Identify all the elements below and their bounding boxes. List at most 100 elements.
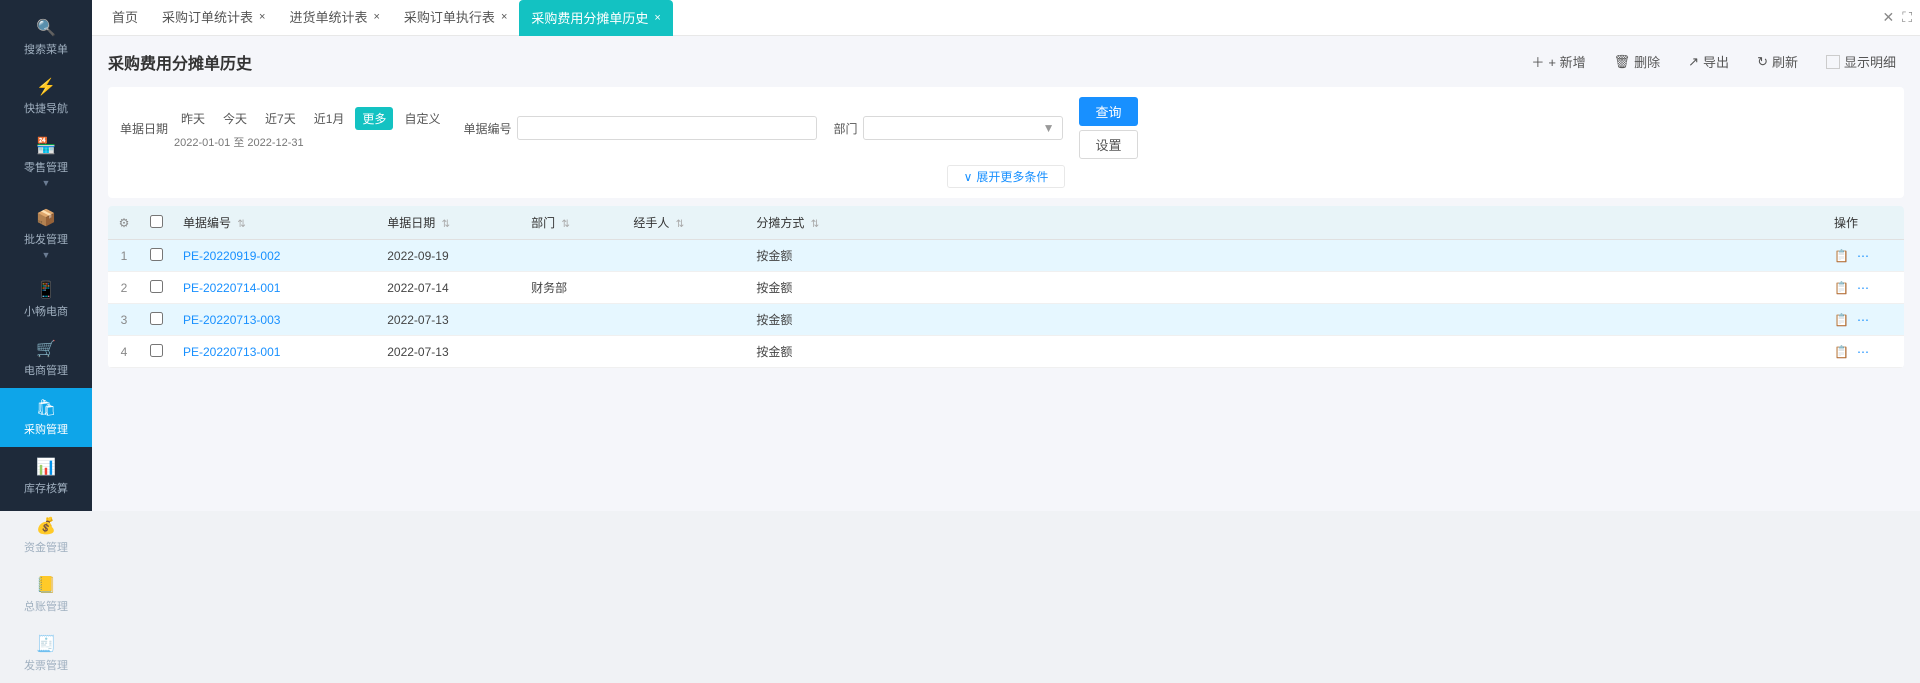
date-filter: 单据日期 昨天 今天 近7天 近1月 更多 自定义 2022-01-01 至 2…	[120, 107, 447, 150]
doc-date-cell: 2022-07-13	[377, 304, 521, 336]
close-icon[interactable]: ×	[654, 12, 660, 24]
edit-icon[interactable]: 📋	[1834, 281, 1849, 295]
sort-icon[interactable]: ⇅	[676, 219, 684, 230]
dept-select[interactable]: ▼	[863, 116, 1063, 140]
col-checkbox[interactable]	[140, 206, 173, 240]
more-op-icon[interactable]: ⋯	[1857, 345, 1869, 359]
more-op-icon[interactable]: ⋯	[1857, 313, 1869, 327]
sidebar-item-finance[interactable]: 💰 资金管理	[0, 506, 92, 565]
yesterday-btn[interactable]: 昨天	[174, 107, 212, 130]
filter-expand-row: ∨ 展开更多条件	[120, 165, 1892, 188]
row-checkbox-cell[interactable]	[140, 304, 173, 336]
tab-actions: ✕ ⛶	[1882, 9, 1912, 26]
today-btn[interactable]: 今天	[216, 107, 254, 130]
sidebar-item-wholesale[interactable]: 📦 批发管理 ▼	[0, 198, 92, 270]
sidebar-item-retail[interactable]: 🏪 零售管理 ▼	[0, 126, 92, 198]
tab-purchase-fee-history[interactable]: 采购费用分摊单历史 ×	[519, 0, 672, 36]
dept-cell	[521, 240, 623, 272]
tab-purchase-order-stats[interactable]: 采购订单统计表 ×	[150, 0, 277, 36]
sort-icon[interactable]: ⇅	[811, 219, 819, 230]
sort-icon[interactable]: ⇅	[562, 219, 570, 230]
doc-no-cell[interactable]: PE-20220713-003	[173, 304, 377, 336]
handler-cell	[623, 272, 746, 304]
row-checkbox[interactable]	[150, 344, 163, 357]
row-checkbox-cell[interactable]	[140, 240, 173, 272]
chevron-down-icon: ▼	[42, 250, 51, 260]
close-icon[interactable]: ×	[259, 11, 265, 23]
export-button[interactable]: ↗ 导出	[1680, 48, 1737, 75]
operation-cell: 📋 ⋯	[1824, 272, 1904, 304]
last7days-btn[interactable]: 近7天	[258, 107, 303, 130]
more-op-icon[interactable]: ⋯	[1857, 281, 1869, 295]
doc-no-cell[interactable]: PE-20220713-001	[173, 336, 377, 368]
sidebar-item-invoice[interactable]: 🧾 发票管理	[0, 624, 92, 683]
edit-icon[interactable]: 📋	[1834, 313, 1849, 327]
filter-row: 单据日期 昨天 今天 近7天 近1月 更多 自定义 2022-01-01 至 2…	[120, 97, 1892, 159]
page-body: 采购费用分摊单历史 ＋ + 新增 🗑 删除 ↗ 导出 ↻ 刷新	[92, 36, 1920, 511]
sidebar-item-inventory[interactable]: 📊 库存核算	[0, 447, 92, 506]
edit-icon[interactable]: 📋	[1834, 249, 1849, 263]
tab-bar: 首页 采购订单统计表 × 进货单统计表 × 采购订单执行表 × 采购费用分摊单历…	[92, 0, 1920, 36]
page-title: 采购费用分摊单历史	[108, 50, 252, 74]
table-row: 1 PE-20220919-002 2022-09-19 按金额 📋 ⋯	[108, 240, 1904, 272]
row-checkbox-cell[interactable]	[140, 336, 173, 368]
col-doc-no: 单据编号 ⇅	[173, 206, 377, 240]
tab-home[interactable]: 首页	[100, 0, 150, 36]
query-button[interactable]: 查询	[1079, 97, 1137, 126]
sidebar-item-search[interactable]: 🔍 搜索菜单	[0, 8, 92, 67]
sidebar-item-ecommerce[interactable]: 🛒 电商管理	[0, 329, 92, 388]
row-num: 1	[108, 240, 140, 272]
close-icon[interactable]: ×	[373, 11, 379, 23]
doc-no-input[interactable]	[517, 116, 817, 140]
dept-cell: 财务部	[521, 272, 623, 304]
more-btn[interactable]: 更多	[355, 107, 393, 130]
sidebar-item-purchase[interactable]: 🛍 采购管理	[0, 388, 92, 447]
add-button[interactable]: ＋ + 新增	[1523, 48, 1593, 75]
col-dept: 部门 ⇅	[521, 206, 623, 240]
doc-date-cell: 2022-09-19	[377, 240, 521, 272]
doc-no-cell[interactable]: PE-20220919-002	[173, 240, 377, 272]
tab-purchase-order-exec[interactable]: 采购订单执行表 ×	[392, 0, 519, 36]
show-column-checkbox[interactable]	[1826, 55, 1840, 69]
sidebar-item-ledger[interactable]: 📒 总账管理	[0, 565, 92, 624]
row-num: 2	[108, 272, 140, 304]
sort-icon[interactable]: ⇅	[442, 219, 450, 230]
show-column-toggle[interactable]: 显示明细	[1818, 48, 1904, 75]
custom-btn[interactable]: 自定义	[397, 107, 447, 130]
row-checkbox[interactable]	[150, 280, 163, 293]
more-op-icon[interactable]: ⋯	[1857, 249, 1869, 263]
doc-no-filter: 单据编号	[463, 116, 817, 140]
chevron-down-icon: ∨	[964, 170, 973, 184]
delete-icon: 🗑	[1614, 54, 1631, 70]
table-row: 4 PE-20220713-001 2022-07-13 按金额 📋 ⋯	[108, 336, 1904, 368]
row-checkbox-cell[interactable]	[140, 272, 173, 304]
row-checkbox[interactable]	[150, 312, 163, 325]
search-icon: 🔍	[36, 18, 56, 38]
handler-cell	[623, 336, 746, 368]
row-checkbox[interactable]	[150, 248, 163, 261]
refresh-icon: ↻	[1757, 54, 1768, 70]
expand-filter-button[interactable]: ∨ 展开更多条件	[947, 165, 1066, 188]
tab-incoming-stats[interactable]: 进货单统计表 ×	[277, 0, 391, 36]
doc-no-cell[interactable]: PE-20220714-001	[173, 272, 377, 304]
sidebar-item-miniapp[interactable]: 📱 小畅电商	[0, 270, 92, 329]
sort-icon[interactable]: ⇅	[237, 219, 245, 230]
mobile-icon: 📱	[36, 280, 56, 300]
last1month-btn[interactable]: 近1月	[307, 107, 352, 130]
lightning-icon: ⚡	[36, 77, 56, 97]
col-handler: 经手人 ⇅	[623, 206, 746, 240]
shopping-icon: 🛍	[36, 398, 56, 418]
close-icon[interactable]: ×	[501, 11, 507, 23]
settings-button[interactable]: 设置	[1079, 130, 1137, 159]
col-settings[interactable]: ⚙	[108, 206, 140, 240]
sidebar-item-shortcut[interactable]: ⚡ 快捷导航	[0, 67, 92, 126]
doc-no-label: 单据编号	[463, 120, 511, 137]
export-icon: ↗	[1688, 54, 1699, 70]
select-all-checkbox[interactable]	[150, 215, 163, 228]
close-all-icon[interactable]: ✕	[1882, 9, 1894, 26]
refresh-button[interactable]: ↻ 刷新	[1749, 48, 1806, 75]
maximize-icon[interactable]: ⛶	[1902, 9, 1912, 26]
edit-icon[interactable]: 📋	[1834, 345, 1849, 359]
split-method-cell: 按金额	[746, 304, 1824, 336]
delete-button[interactable]: 🗑 删除	[1606, 48, 1669, 75]
